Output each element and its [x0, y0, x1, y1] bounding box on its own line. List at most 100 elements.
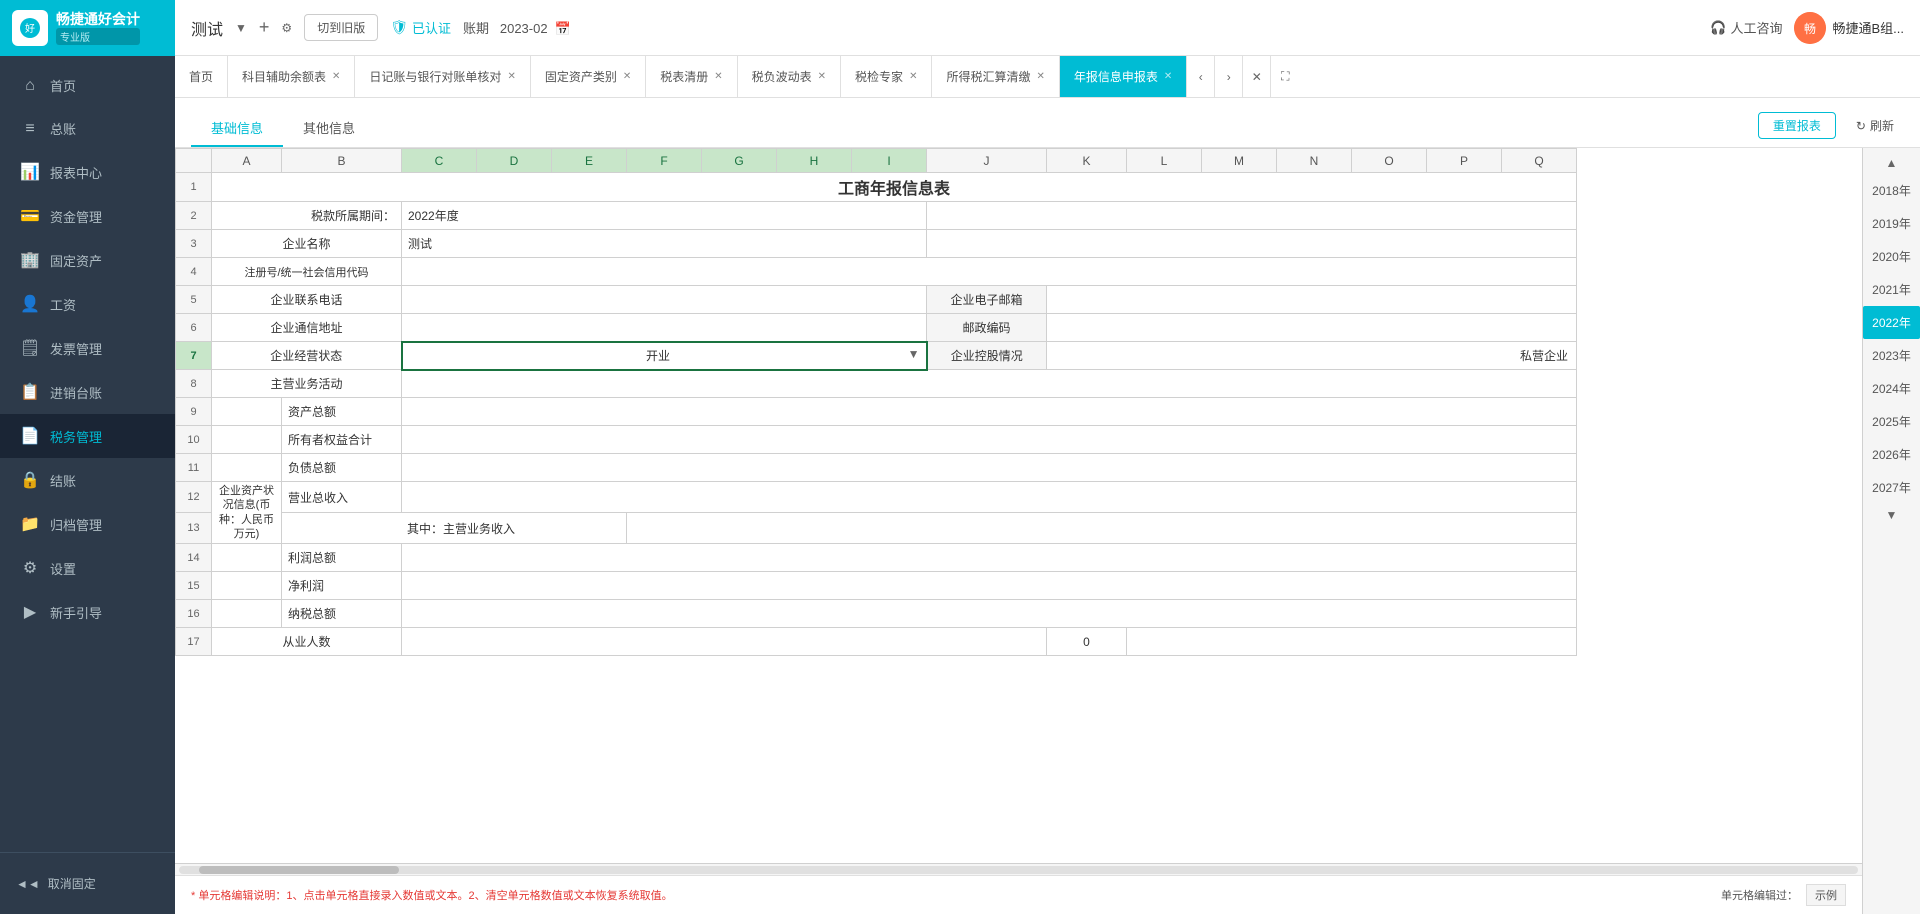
tab-bank[interactable]: 日记账与银行对账单核对 ✕	[355, 56, 530, 98]
year-2025[interactable]: 2025年	[1863, 405, 1920, 438]
tab-incometax[interactable]: 所得税汇算清缴 ✕	[932, 56, 1059, 98]
cell-revenue-value[interactable]	[402, 482, 1577, 513]
sidebar-item-purchase[interactable]: 📋 进销台账	[0, 370, 175, 414]
sidebar-item-archive[interactable]: 📁 归档管理	[0, 502, 175, 546]
tab-taxform[interactable]: 税表清册 ✕	[646, 56, 737, 98]
cell-period-value[interactable]: 2022年度	[402, 202, 927, 230]
tabs-close-all[interactable]: ✕	[1243, 56, 1271, 98]
year-2020[interactable]: 2020年	[1863, 240, 1920, 273]
year-panel-down[interactable]: ▼	[1863, 504, 1920, 526]
cell-compname-value[interactable]: 测试	[402, 230, 927, 258]
sidebar-item-ledger[interactable]: ≡ 总账	[0, 107, 175, 150]
sidebar-item-asset[interactable]: 🏢 固定资产	[0, 238, 175, 282]
tab-close-icon[interactable]: ✕	[1164, 71, 1172, 82]
tab-close-icon[interactable]: ✕	[623, 71, 631, 82]
sidebar-item-guide[interactable]: ▶ 新手引导	[0, 590, 175, 634]
sidebar-item-invoice[interactable]: 🗒 发票管理	[0, 326, 175, 370]
topbar-dropdown-icon[interactable]: ▼	[235, 21, 247, 35]
col-header-G[interactable]: G	[702, 149, 777, 173]
cell-empty[interactable]	[927, 202, 1577, 230]
tab-asset[interactable]: 固定资产类别 ✕	[531, 56, 646, 98]
col-header-K[interactable]: K	[1047, 149, 1127, 173]
col-header-L[interactable]: L	[1127, 149, 1202, 173]
year-2019[interactable]: 2019年	[1863, 207, 1920, 240]
tabs-scroll-right[interactable]: ›	[1215, 56, 1243, 98]
tab-taxwave[interactable]: 税负波动表 ✕	[738, 56, 841, 98]
cell-empty[interactable]	[1127, 628, 1577, 656]
refresh-button[interactable]: ↻ 刷新	[1846, 112, 1904, 139]
sheet-title[interactable]: 工商年报信息表	[212, 173, 1577, 202]
cell-employees-value[interactable]	[402, 628, 1047, 656]
sidebar-item-home[interactable]: ⌂ 首页	[0, 64, 175, 107]
col-header-F[interactable]: F	[627, 149, 702, 173]
cell-profit-value[interactable]	[402, 544, 1577, 572]
cell-tax-value[interactable]	[402, 600, 1577, 628]
unpin-button[interactable]: ◄◄ 取消固定	[0, 865, 175, 902]
col-header-P[interactable]: P	[1427, 149, 1502, 173]
tab-close-icon[interactable]: ✕	[818, 71, 826, 82]
year-2024[interactable]: 2024年	[1863, 372, 1920, 405]
col-header-J[interactable]: J	[927, 149, 1047, 173]
year-2026[interactable]: 2026年	[1863, 438, 1920, 471]
service-button[interactable]: 🎧 人工咨询	[1710, 18, 1782, 37]
sidebar-item-report[interactable]: 📊 报表中心	[0, 150, 175, 194]
cell-equity-value[interactable]	[402, 426, 1577, 454]
col-header-A[interactable]: A	[212, 149, 282, 173]
sidebar-item-fund[interactable]: 💳 资金管理	[0, 194, 175, 238]
sidebar-item-tax[interactable]: 📄 税务管理	[0, 414, 175, 458]
sub-tab-other[interactable]: 其他信息	[283, 110, 375, 147]
tab-aux[interactable]: 科目辅助余额表 ✕	[228, 56, 355, 98]
tabs-maximize[interactable]: ⛶	[1271, 56, 1299, 98]
sheet-hscroll[interactable]	[175, 863, 1862, 875]
cell-mainbiz-value[interactable]	[402, 370, 1577, 398]
cell-holding-value[interactable]: 私营企业	[1047, 342, 1577, 370]
year-2018[interactable]: 2018年	[1863, 174, 1920, 207]
year-2023[interactable]: 2023年	[1863, 339, 1920, 372]
sidebar-item-settings[interactable]: ⚙ 设置	[0, 546, 175, 590]
year-2021[interactable]: 2021年	[1863, 273, 1920, 306]
cell-postcode-value[interactable]	[1047, 314, 1577, 342]
col-header-H[interactable]: H	[777, 149, 852, 173]
col-header-O[interactable]: O	[1352, 149, 1427, 173]
col-header-I[interactable]: I	[852, 149, 927, 173]
col-header-B[interactable]: B	[282, 149, 402, 173]
sidebar-item-close[interactable]: 🔒 结账	[0, 458, 175, 502]
switch-version-button[interactable]: 切到旧版	[304, 14, 378, 41]
tab-close-icon[interactable]: ✕	[507, 71, 515, 82]
col-header-D[interactable]: D	[477, 149, 552, 173]
cell-mainrevenue-value[interactable]	[627, 513, 1577, 544]
tab-close-icon[interactable]: ✕	[909, 71, 917, 82]
col-header-C[interactable]: C	[402, 149, 477, 173]
spreadsheet-container[interactable]: A B C D E F G H I J	[175, 148, 1862, 863]
cell-asset-value[interactable]	[402, 398, 1577, 426]
year-panel-up[interactable]: ▲	[1863, 152, 1920, 174]
cell-email-value[interactable]	[1047, 286, 1577, 314]
user-menu[interactable]: 畅 畅捷通B组...	[1794, 12, 1904, 44]
topbar-add-button[interactable]: +	[259, 17, 270, 38]
cell-phone-value[interactable]	[402, 286, 927, 314]
tab-close-icon[interactable]: ✕	[714, 71, 722, 82]
cell-address-value[interactable]	[402, 314, 927, 342]
tab-taxcheck[interactable]: 税检专家 ✕	[841, 56, 932, 98]
cell-bizstatus-value[interactable]: 开业 ▼	[402, 342, 927, 370]
col-header-Q[interactable]: Q	[1502, 149, 1577, 173]
tab-home[interactable]: 首页	[175, 56, 228, 98]
year-2022[interactable]: 2022年	[1863, 306, 1920, 339]
topbar-gear-icon[interactable]: ⚙	[281, 21, 292, 35]
cell-regnum-value[interactable]	[402, 258, 1577, 286]
cell-empty[interactable]	[927, 230, 1577, 258]
tab-close-icon[interactable]: ✕	[1036, 71, 1044, 82]
reset-report-button[interactable]: 重置报表	[1758, 112, 1836, 139]
sidebar-item-salary[interactable]: 👤 工资	[0, 282, 175, 326]
col-header-E[interactable]: E	[552, 149, 627, 173]
col-header-N[interactable]: N	[1277, 149, 1352, 173]
cell-employees-num[interactable]: 0	[1047, 628, 1127, 656]
sub-tab-basic[interactable]: 基础信息	[191, 110, 283, 147]
tab-yearreport[interactable]: 年报信息申报表 ✕	[1060, 56, 1187, 98]
tab-close-icon[interactable]: ✕	[332, 71, 340, 82]
cell-debt-value[interactable]	[402, 454, 1577, 482]
cell-netprofit-value[interactable]	[402, 572, 1577, 600]
tabs-scroll-left[interactable]: ‹	[1187, 56, 1215, 98]
col-header-M[interactable]: M	[1202, 149, 1277, 173]
year-2027[interactable]: 2027年	[1863, 471, 1920, 504]
